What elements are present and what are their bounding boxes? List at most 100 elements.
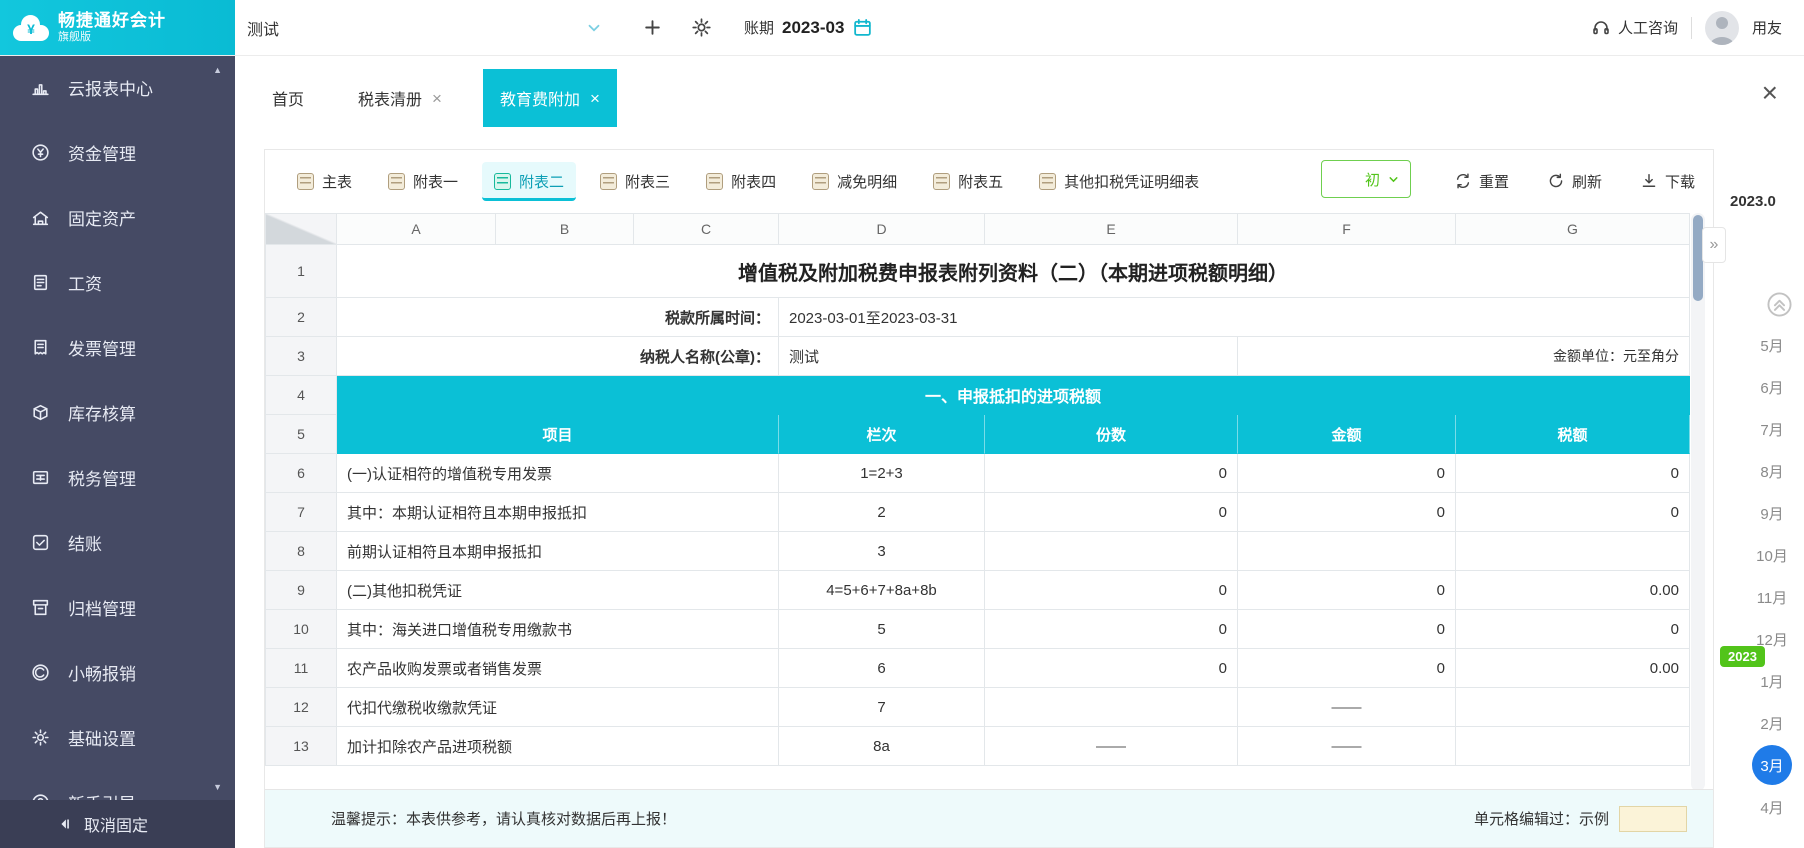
row-name-cell[interactable]: 其中：海关进口增值税专用缴款书	[337, 610, 779, 649]
tax-cell[interactable]: 0	[1456, 610, 1690, 649]
col-no-cell[interactable]: 6	[779, 649, 985, 688]
sidebar-item-fixed-assets[interactable]: 固定资产	[0, 185, 235, 250]
month-item[interactable]: 4月	[1751, 786, 1793, 828]
column-header-c[interactable]: C	[634, 214, 779, 245]
amount-cell[interactable]: 0	[1238, 610, 1456, 649]
copies-cell[interactable]	[985, 688, 1238, 727]
col-no-cell[interactable]: 3	[779, 532, 985, 571]
sidebar-item-tax[interactable]: 税务管理	[0, 445, 235, 510]
live-support-button[interactable]: 人工咨询	[1591, 17, 1678, 38]
subtab-appendix-4[interactable]: 附表四	[694, 161, 789, 201]
row-number[interactable]: 6	[266, 454, 337, 493]
col-no-cell[interactable]: 1=2+3	[779, 454, 985, 493]
collapse-panel-icon[interactable]: »	[1702, 227, 1726, 263]
sidebar-item-payroll[interactable]: 工资	[0, 250, 235, 315]
subtab-main-sheet[interactable]: 主表	[285, 161, 365, 201]
tax-cell[interactable]: 0.00	[1456, 649, 1690, 688]
column-header-g[interactable]: G	[1456, 214, 1690, 245]
subtab-reduction-detail[interactable]: 减免明细	[800, 161, 910, 201]
sidebar-item-invoice[interactable]: 发票管理	[0, 315, 235, 380]
amount-cell[interactable]: ——	[1238, 688, 1456, 727]
copies-cell[interactable]: 0	[985, 571, 1238, 610]
month-item[interactable]: 2月	[1751, 702, 1793, 744]
column-header-a[interactable]: A	[337, 214, 496, 245]
copies-cell[interactable]	[985, 532, 1238, 571]
tax-cell[interactable]: 0	[1456, 493, 1690, 532]
row-number[interactable]: 12	[266, 688, 337, 727]
month-item[interactable]: 11月	[1751, 576, 1793, 618]
close-tab-icon[interactable]: ×	[590, 90, 600, 107]
settings-gear-icon[interactable]	[690, 16, 713, 39]
scroll-months-up-icon[interactable]	[1766, 291, 1793, 318]
row-name-cell[interactable]: 代扣代缴税收缴款凭证	[337, 688, 779, 727]
taxpayer-label-cell[interactable]: 纳税人名称(公章)：	[337, 337, 779, 376]
row-number[interactable]: 2	[266, 298, 337, 337]
column-header-d[interactable]: D	[779, 214, 985, 245]
row-number[interactable]: 11	[266, 649, 337, 688]
unpin-sidebar-button[interactable]: 取消固定	[0, 800, 235, 848]
amount-cell[interactable]: 0	[1238, 493, 1456, 532]
tax-cell[interactable]	[1456, 532, 1690, 571]
row-name-cell[interactable]: (一)认证相符的增值税专用发票	[337, 454, 779, 493]
subtab-appendix-2[interactable]: 附表二	[482, 161, 577, 201]
copies-cell[interactable]: 0	[985, 610, 1238, 649]
sidebar-item-settings[interactable]: 基础设置	[0, 705, 235, 770]
amount-cell[interactable]: 0	[1238, 649, 1456, 688]
sidebar-item-archive[interactable]: 归档管理	[0, 575, 235, 640]
close-page-icon[interactable]: ×	[1762, 79, 1778, 107]
col-no-cell[interactable]: 8a	[779, 727, 985, 766]
amount-cell[interactable]: 0	[1238, 454, 1456, 493]
header-column-no[interactable]: 栏次	[779, 415, 985, 454]
tax-cell[interactable]: 0.00	[1456, 571, 1690, 610]
column-header-b[interactable]: B	[496, 214, 634, 245]
header-copies[interactable]: 份数	[985, 415, 1238, 454]
col-no-cell[interactable]: 4=5+6+7+8a+8b	[779, 571, 985, 610]
reset-button[interactable]: 重置	[1453, 170, 1509, 192]
row-number[interactable]: 5	[266, 415, 337, 454]
sidebar-item-closing[interactable]: 结账	[0, 510, 235, 575]
avatar[interactable]	[1704, 10, 1739, 45]
refresh-button[interactable]: 刷新	[1546, 170, 1602, 192]
user-name[interactable]: 用友	[1752, 17, 1782, 38]
amount-cell[interactable]: ——	[1238, 727, 1456, 766]
row-number[interactable]: 13	[266, 727, 337, 766]
workspace-selector[interactable]: 测试	[247, 0, 603, 55]
row-number[interactable]: 8	[266, 532, 337, 571]
section-header-cell[interactable]: 一、申报抵扣的进项税额	[337, 376, 1690, 415]
copies-cell[interactable]: ——	[985, 727, 1238, 766]
row-number[interactable]: 4	[266, 376, 337, 415]
amount-cell[interactable]: 0	[1238, 571, 1456, 610]
row-number[interactable]: 3	[266, 337, 337, 376]
sidebar-item-cloud-report-center[interactable]: 云报表中心	[0, 55, 235, 120]
col-no-cell[interactable]: 5	[779, 610, 985, 649]
month-item-active[interactable]: 3月	[1752, 745, 1792, 785]
col-no-cell[interactable]: 7	[779, 688, 985, 727]
row-name-cell[interactable]: 加计扣除农产品进项税额	[337, 727, 779, 766]
row-name-cell[interactable]: (二)其他扣税凭证	[337, 571, 779, 610]
sidebar-item-reimburse[interactable]: 小畅报销	[0, 640, 235, 705]
tax-cell[interactable]: 0	[1456, 454, 1690, 493]
unit-note-cell[interactable]: 金额单位：元至角分	[1238, 337, 1690, 376]
column-header-e[interactable]: E	[985, 214, 1238, 245]
accounting-period-picker[interactable]: 账期 2023-03	[744, 0, 873, 55]
tax-cell[interactable]	[1456, 688, 1690, 727]
subtab-other-deduction-detail[interactable]: 其他扣税凭证明细表	[1027, 161, 1212, 201]
row-name-cell[interactable]: 前期认证相符且本期申报抵扣	[337, 532, 779, 571]
month-item[interactable]: 8月	[1751, 450, 1793, 492]
amount-cell[interactable]	[1238, 532, 1456, 571]
sidebar-item-inventory[interactable]: 库存核算	[0, 380, 235, 445]
copies-cell[interactable]: 0	[985, 649, 1238, 688]
row-name-cell[interactable]: 其中：本期认证相符且本期申报抵扣	[337, 493, 779, 532]
copies-cell[interactable]: 0	[985, 454, 1238, 493]
row-number[interactable]: 1	[266, 245, 337, 298]
tax-cell[interactable]	[1456, 727, 1690, 766]
month-item[interactable]: 7月	[1751, 408, 1793, 450]
period-value-cell[interactable]: 2023-03-01至2023-03-31	[779, 298, 1690, 337]
select-all-corner[interactable]	[266, 214, 337, 245]
subtab-appendix-5[interactable]: 附表五	[921, 161, 1016, 201]
tab-education-surcharge[interactable]: 教育费附加 ×	[483, 69, 617, 127]
month-item[interactable]: 5月	[1751, 324, 1793, 366]
close-tab-icon[interactable]: ×	[432, 90, 442, 107]
row-number[interactable]: 10	[266, 610, 337, 649]
sheet-title-cell[interactable]: 增值税及附加税费申报表附列资料（二）（本期进项税额明细）	[337, 245, 1690, 298]
